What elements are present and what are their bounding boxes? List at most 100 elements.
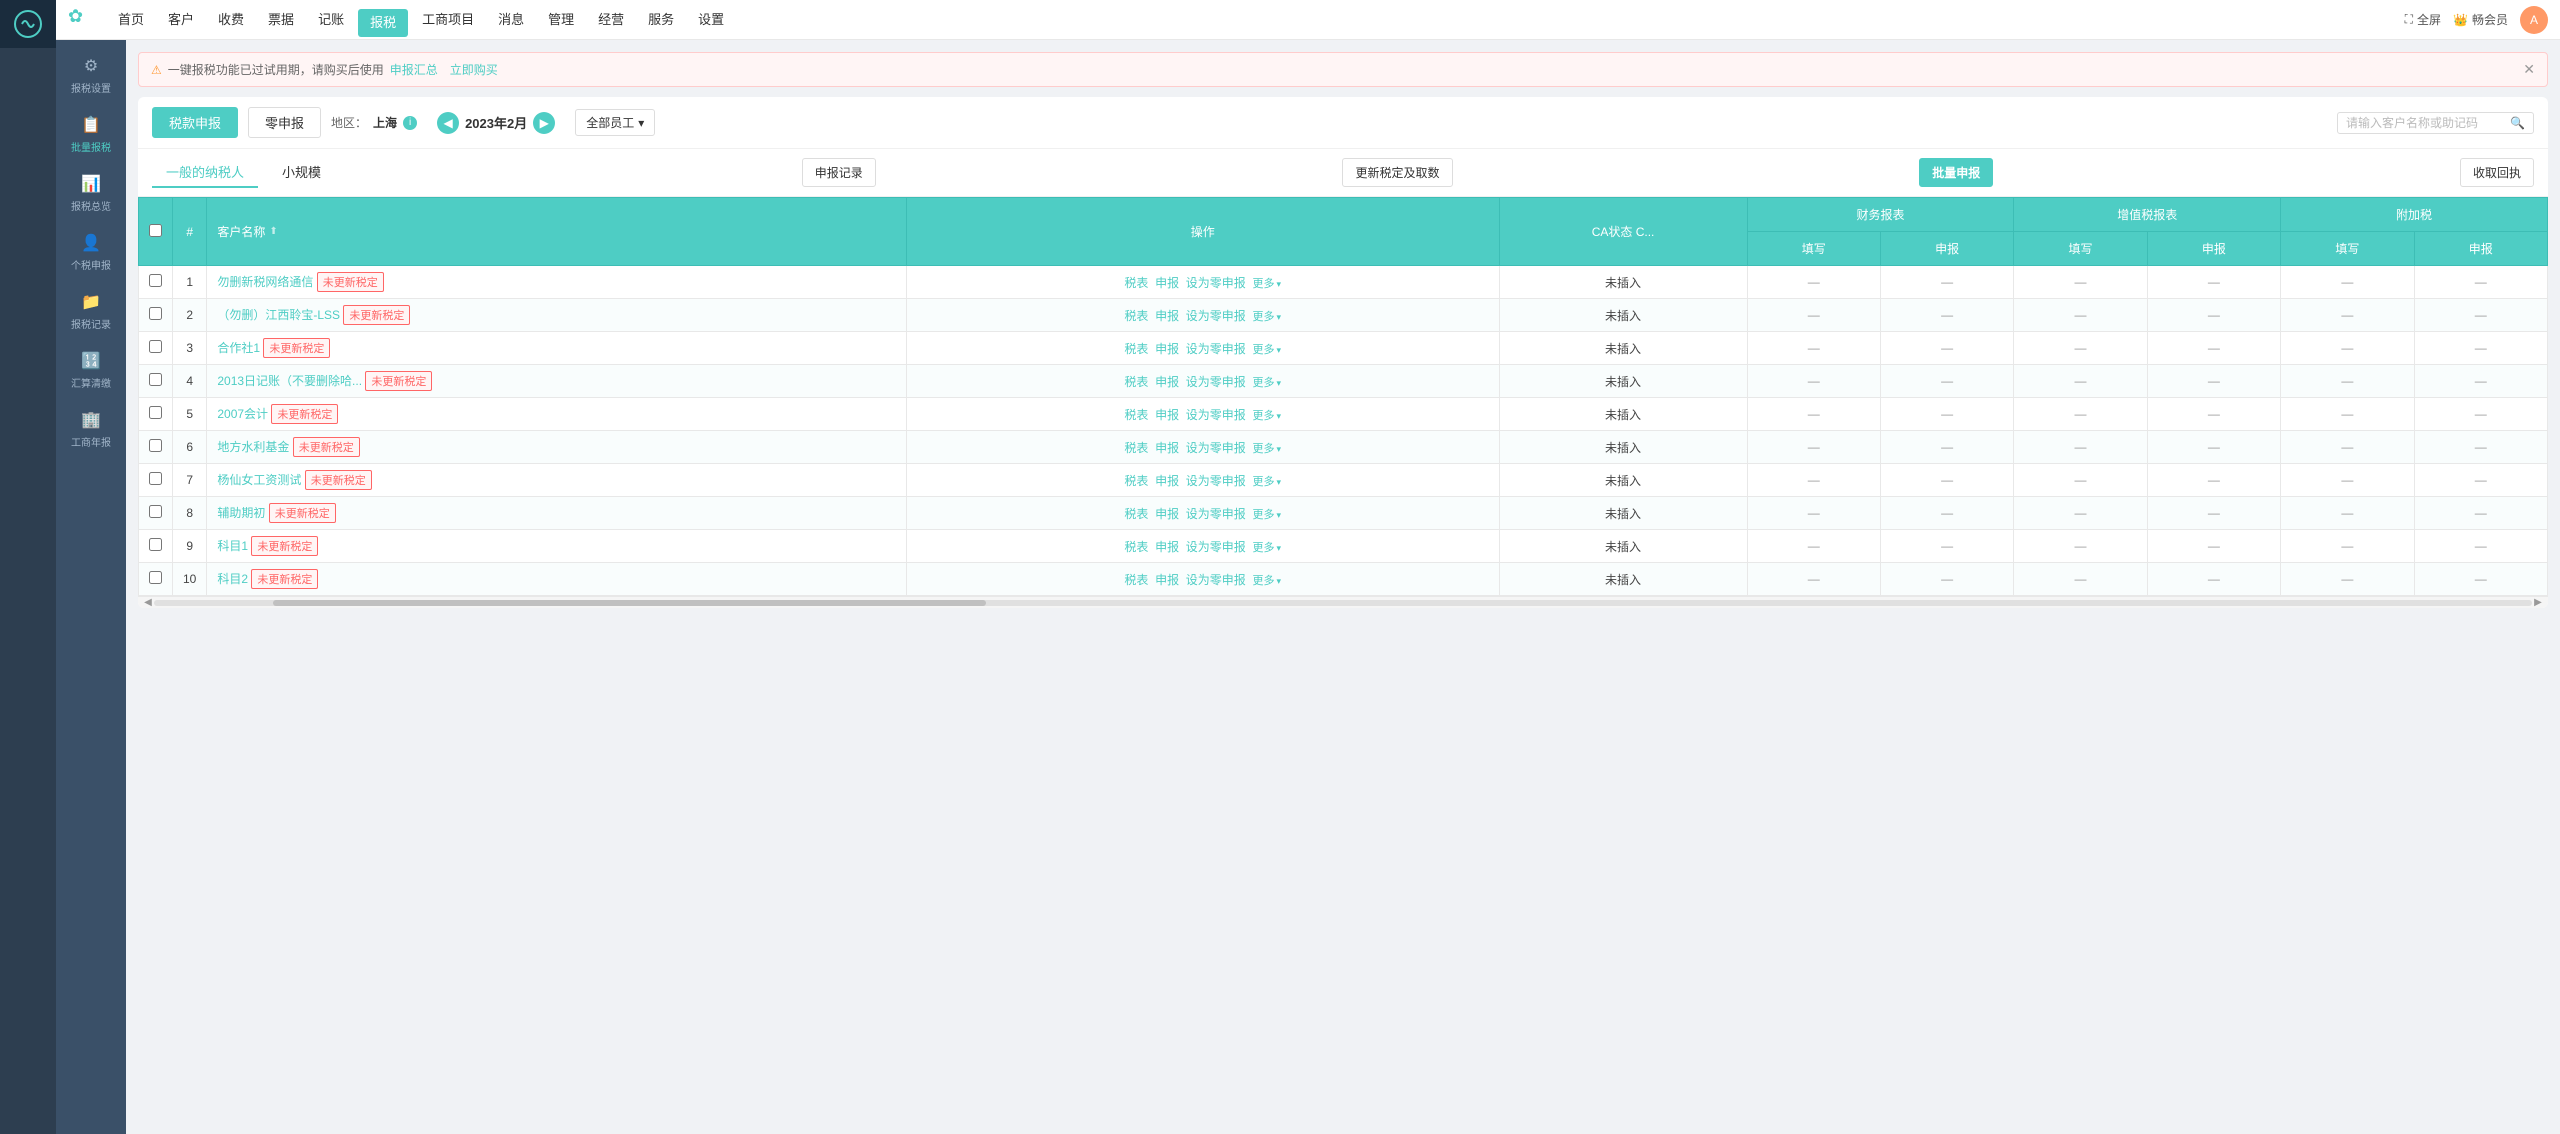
- op-submit-2[interactable]: 申报: [1155, 342, 1179, 356]
- fullscreen-btn[interactable]: ⛶ 全屏: [2405, 11, 2441, 28]
- sec-sidebar-overview[interactable]: 📊 报税总览: [56, 166, 126, 221]
- row-check-6[interactable]: [149, 472, 162, 485]
- client-name-link-8[interactable]: 科目1: [217, 539, 248, 553]
- op-submit-4[interactable]: 申报: [1155, 408, 1179, 422]
- nav-settings[interactable]: 设置: [688, 0, 734, 40]
- client-name-link-2[interactable]: 合作社1: [217, 341, 260, 355]
- row-check-2[interactable]: [149, 340, 162, 353]
- tab-general-taxpayer[interactable]: 一般的纳税人: [152, 157, 258, 188]
- client-name-link-6[interactable]: 杨仙女工资测试: [217, 473, 301, 487]
- op-zero-8[interactable]: 设为零申报: [1186, 540, 1246, 554]
- client-name-link-4[interactable]: 2007会计: [217, 407, 268, 421]
- row-check-1[interactable]: [149, 307, 162, 320]
- row-check-9[interactable]: [149, 571, 162, 584]
- op-zero-1[interactable]: 设为零申报: [1186, 309, 1246, 323]
- op-taxform-6[interactable]: 税表: [1124, 474, 1148, 488]
- op-taxform-7[interactable]: 税表: [1124, 507, 1148, 521]
- op-submit-9[interactable]: 申报: [1155, 573, 1179, 587]
- op-zero-7[interactable]: 设为零申报: [1186, 507, 1246, 521]
- client-name-link-5[interactable]: 地方水利基金: [217, 440, 289, 454]
- op-submit-7[interactable]: 申报: [1155, 507, 1179, 521]
- sec-sidebar-compute[interactable]: 🔢 汇算清缴: [56, 343, 126, 398]
- row-check-7[interactable]: [149, 505, 162, 518]
- location-info-icon[interactable]: i: [403, 116, 417, 130]
- op-submit-1[interactable]: 申报: [1155, 309, 1179, 323]
- row-check-3[interactable]: [149, 373, 162, 386]
- row-checkbox[interactable]: [139, 431, 173, 464]
- search-input[interactable]: [2346, 116, 2506, 130]
- op-taxform-3[interactable]: 税表: [1124, 375, 1148, 389]
- nav-accounting[interactable]: 记账: [308, 0, 354, 40]
- date-prev-btn[interactable]: ◀: [437, 112, 459, 134]
- nav-collection[interactable]: 收费: [208, 0, 254, 40]
- btn-batch-submit[interactable]: 批量申报: [1919, 158, 1993, 187]
- btn-record[interactable]: 申报记录: [802, 158, 876, 187]
- upgrade-btn[interactable]: 👑 畅会员: [2453, 11, 2508, 28]
- user-avatar[interactable]: A: [2520, 6, 2548, 34]
- nav-home[interactable]: 首页: [108, 0, 154, 40]
- client-name-link-7[interactable]: 辅助期初: [217, 506, 265, 520]
- notice-link2[interactable]: 立即购买: [450, 61, 498, 78]
- client-name-link-9[interactable]: 科目2: [217, 572, 248, 586]
- op-zero-3[interactable]: 设为零申报: [1186, 375, 1246, 389]
- op-zero-9[interactable]: 设为零申报: [1186, 573, 1246, 587]
- op-more-0[interactable]: 更多: [1252, 278, 1281, 290]
- select-all-checkbox[interactable]: [149, 224, 162, 237]
- op-taxform-5[interactable]: 税表: [1124, 441, 1148, 455]
- tab-tax-declaration[interactable]: 税款申报: [152, 107, 238, 138]
- client-name-link-0[interactable]: 勿删新税网络通信: [217, 275, 313, 289]
- tab-small-scale[interactable]: 小规模: [268, 157, 335, 188]
- staff-select[interactable]: 全部员工 ▾: [575, 109, 655, 136]
- op-submit-0[interactable]: 申报: [1155, 276, 1179, 290]
- op-submit-6[interactable]: 申报: [1155, 474, 1179, 488]
- search-icon[interactable]: 🔍: [2510, 116, 2525, 130]
- nav-operation[interactable]: 经营: [588, 0, 634, 40]
- btn-withdraw[interactable]: 收取回执: [2460, 158, 2534, 187]
- op-submit-3[interactable]: 申报: [1155, 375, 1179, 389]
- row-checkbox[interactable]: [139, 299, 173, 332]
- op-more-4[interactable]: 更多: [1252, 410, 1281, 422]
- nav-management[interactable]: 管理: [538, 0, 584, 40]
- row-checkbox[interactable]: [139, 332, 173, 365]
- row-check-8[interactable]: [149, 538, 162, 551]
- sec-sidebar-record[interactable]: 📁 报税记录: [56, 284, 126, 339]
- btn-update[interactable]: 更新税定及取数: [1342, 158, 1452, 187]
- client-name-link-3[interactable]: 2013日记账（不要删除哈...: [217, 374, 362, 388]
- client-name-link-1[interactable]: （勿删）江西聆宝-LSS: [217, 308, 340, 322]
- op-zero-0[interactable]: 设为零申报: [1186, 276, 1246, 290]
- nav-invoice[interactable]: 票据: [258, 0, 304, 40]
- nav-tax[interactable]: 报税: [358, 9, 408, 37]
- scroll-left-btn[interactable]: ◀: [142, 597, 154, 609]
- row-checkbox[interactable]: [139, 398, 173, 431]
- scroll-track[interactable]: [154, 600, 2532, 606]
- op-more-8[interactable]: 更多: [1252, 542, 1281, 554]
- op-more-6[interactable]: 更多: [1252, 476, 1281, 488]
- op-taxform-0[interactable]: 税表: [1124, 276, 1148, 290]
- sec-sidebar-business[interactable]: 🏢 工商年报: [56, 402, 126, 457]
- tab-zero-declaration[interactable]: 零申报: [248, 107, 321, 138]
- notice-link1[interactable]: 申报汇总: [390, 61, 438, 78]
- op-more-7[interactable]: 更多: [1252, 509, 1281, 521]
- op-submit-5[interactable]: 申报: [1155, 441, 1179, 455]
- row-check-0[interactable]: [149, 274, 162, 287]
- date-next-btn[interactable]: ▶: [533, 112, 555, 134]
- op-more-2[interactable]: 更多: [1252, 344, 1281, 356]
- op-zero-5[interactable]: 设为零申报: [1186, 441, 1246, 455]
- nav-customer[interactable]: 客户: [158, 0, 204, 40]
- op-submit-8[interactable]: 申报: [1155, 540, 1179, 554]
- op-taxform-9[interactable]: 税表: [1124, 573, 1148, 587]
- row-checkbox[interactable]: [139, 464, 173, 497]
- row-checkbox[interactable]: [139, 365, 173, 398]
- op-taxform-8[interactable]: 税表: [1124, 540, 1148, 554]
- scroll-right-btn[interactable]: ▶: [2532, 597, 2544, 609]
- op-zero-6[interactable]: 设为零申报: [1186, 474, 1246, 488]
- nav-message[interactable]: 消息: [488, 0, 534, 40]
- op-taxform-4[interactable]: 税表: [1124, 408, 1148, 422]
- op-taxform-2[interactable]: 税表: [1124, 342, 1148, 356]
- op-taxform-1[interactable]: 税表: [1124, 309, 1148, 323]
- row-checkbox[interactable]: [139, 497, 173, 530]
- op-zero-2[interactable]: 设为零申报: [1186, 342, 1246, 356]
- op-zero-4[interactable]: 设为零申报: [1186, 408, 1246, 422]
- op-more-1[interactable]: 更多: [1252, 311, 1281, 323]
- sec-sidebar-personal[interactable]: 👤 个税申报: [56, 225, 126, 280]
